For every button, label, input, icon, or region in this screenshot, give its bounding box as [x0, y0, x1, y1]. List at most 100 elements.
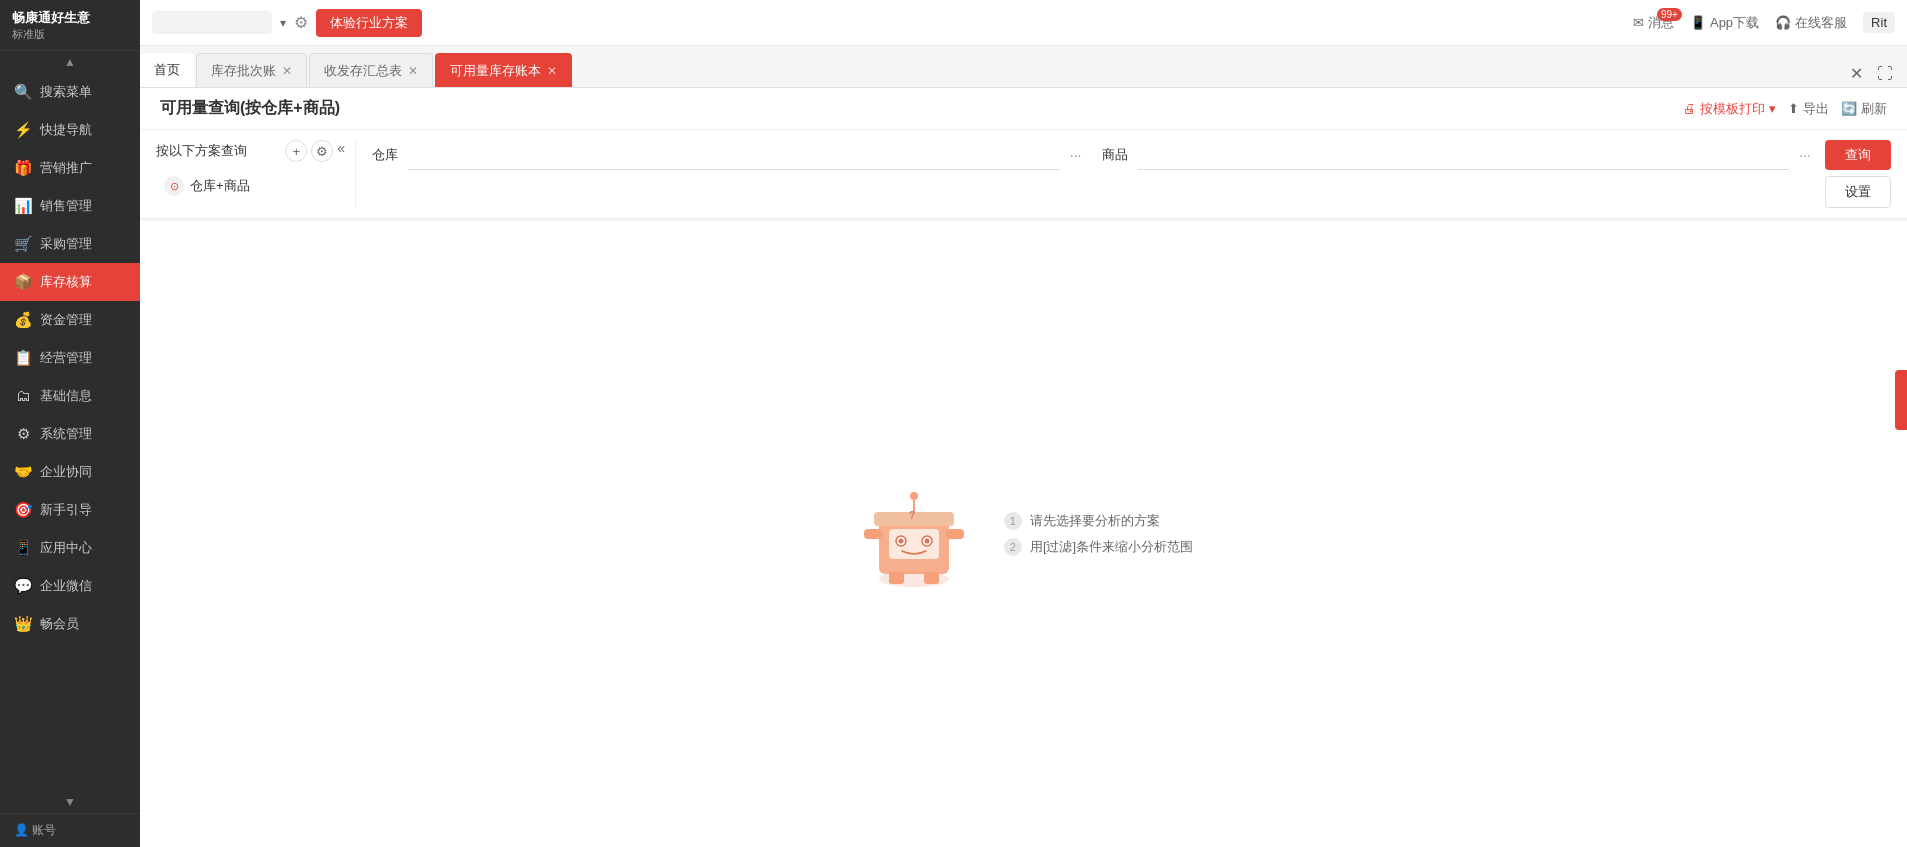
- sidebar-item-purchase[interactable]: 🛒 采购管理: [0, 225, 140, 263]
- export-label: 导出: [1803, 100, 1829, 118]
- tab-available[interactable]: 可用量库存账本 ✕: [435, 53, 572, 87]
- user-label: Rit: [1871, 15, 1887, 30]
- logo: 畅康通好生意 标准版: [0, 0, 140, 51]
- user-menu[interactable]: Rit: [1863, 12, 1895, 33]
- refresh-button[interactable]: 🔄 刷新: [1841, 100, 1887, 118]
- column-settings-button[interactable]: 设置: [1825, 176, 1891, 208]
- sidebar-item-label: 基础信息: [40, 387, 92, 405]
- sidebar-item-label: 系统管理: [40, 425, 92, 443]
- filter-scheme-panel: 按以下方案查询 + ⚙ « ⊙ 仓库+商品: [156, 140, 356, 208]
- svg-point-13: [910, 492, 918, 500]
- warehouse-more-icon[interactable]: ···: [1066, 147, 1086, 163]
- support-button[interactable]: 🎧 在线客服: [1775, 14, 1847, 32]
- sidebar-item-apps[interactable]: 📱 应用中心: [0, 529, 140, 567]
- tab-home[interactable]: 首页: [140, 53, 194, 87]
- topbar-dropdown-arrow[interactable]: ▾: [280, 16, 286, 30]
- tab-summary-label: 收发存汇总表: [324, 62, 402, 80]
- tab-batch-close[interactable]: ✕: [282, 64, 292, 78]
- sidebar-item-label: 企业微信: [40, 577, 92, 595]
- scheme-item-label: 仓库+商品: [190, 177, 250, 195]
- topbar-gear-icon[interactable]: ⚙: [294, 13, 308, 32]
- hint-text-2: 用[过滤]条件来缩小分析范围: [1030, 538, 1193, 556]
- filter-scheme-header: 按以下方案查询 + ⚙ «: [156, 140, 345, 162]
- filter-area: 按以下方案查询 + ⚙ « ⊙ 仓库+商品 仓库: [140, 130, 1907, 219]
- sidebar-item-label: 营销推广: [40, 159, 92, 177]
- scroll-down-arrow[interactable]: ▼: [0, 791, 140, 813]
- page-header: 可用量查询(按仓库+商品) 🖨 按模板打印 ▾ ⬆ 导出 🔄 刷新: [140, 88, 1907, 130]
- warehouse-input[interactable]: [408, 140, 1060, 170]
- print-button[interactable]: 🖨 按模板打印 ▾: [1683, 100, 1776, 118]
- sidebar-item-operation[interactable]: 📋 经营管理: [0, 339, 140, 377]
- tab-batch[interactable]: 库存批次账 ✕: [196, 53, 307, 87]
- tab-available-close[interactable]: ✕: [547, 64, 557, 78]
- handshake-icon: 🤝: [14, 463, 32, 481]
- scheme-item-warehouse-goods[interactable]: ⊙ 仓库+商品: [156, 170, 345, 202]
- sidebar-item-finance[interactable]: 💰 资金管理: [0, 301, 140, 339]
- tab-summary[interactable]: 收发存汇总表 ✕: [309, 53, 433, 87]
- sidebar-item-basic[interactable]: 🗂 基础信息: [0, 377, 140, 415]
- phone-icon: 📱: [1690, 15, 1706, 30]
- sidebar-item-marketing[interactable]: 🎁 营销推广: [0, 149, 140, 187]
- message-button[interactable]: ✉ 消息 99+: [1633, 14, 1674, 32]
- goods-input[interactable]: [1138, 140, 1790, 170]
- sidebar-bottom[interactable]: 👤 账号: [0, 813, 140, 847]
- svg-rect-10: [864, 529, 882, 539]
- collapse-button[interactable]: «: [337, 140, 345, 162]
- goods-more-icon[interactable]: ···: [1795, 147, 1815, 163]
- empty-hint-2: 2 用[过滤]条件来缩小分析范围: [1004, 538, 1193, 556]
- trial-button[interactable]: 体验行业方案: [316, 9, 422, 37]
- app-name: 畅康通好生意: [12, 10, 128, 27]
- inventory-icon: 📦: [14, 273, 32, 291]
- sidebar-item-label: 采购管理: [40, 235, 92, 253]
- topbar-search-input[interactable]: [152, 11, 272, 34]
- sidebar-item-sales[interactable]: 📊 销售管理: [0, 187, 140, 225]
- page-actions: 🖨 按模板打印 ▾ ⬆ 导出 🔄 刷新: [1683, 100, 1887, 118]
- empty-state: ? 1 请先选择要分析的方案 2 用[过滤]条件来缩小分析范围: [140, 221, 1907, 847]
- sidebar-item-member[interactable]: 👑 畅会员: [0, 605, 140, 643]
- sidebar-item-label: 库存核算: [40, 273, 92, 291]
- warehouse-label: 仓库: [372, 146, 402, 164]
- add-scheme-button[interactable]: +: [285, 140, 307, 162]
- query-button[interactable]: 查询: [1825, 140, 1891, 170]
- apps-icon: 📱: [14, 539, 32, 557]
- crown-icon: 👑: [14, 615, 32, 633]
- goods-field: 商品 ···: [1102, 140, 1816, 170]
- sidebar-item-inventory[interactable]: 📦 库存核算: [0, 263, 140, 301]
- main-area: ▾ ⚙ 体验行业方案 ✉ 消息 99+ 📱 App下载 🎧 在线客服 Rit: [140, 0, 1907, 847]
- sidebar-item-shortcut[interactable]: ⚡ 快捷导航: [0, 111, 140, 149]
- print-dropdown-icon[interactable]: ▾: [1769, 101, 1776, 116]
- hint-num-1: 1: [1004, 512, 1022, 530]
- sidebar-item-label: 销售管理: [40, 197, 92, 215]
- sidebar-item-system[interactable]: ⚙ 系统管理: [0, 415, 140, 453]
- sidebar-item-guide[interactable]: 🎯 新手引导: [0, 491, 140, 529]
- tab-summary-close[interactable]: ✕: [408, 64, 418, 78]
- tabbar-expand-icon[interactable]: ⛶: [1873, 61, 1897, 87]
- tabbar: 首页 库存批次账 ✕ 收发存汇总表 ✕ 可用量库存账本 ✕ ✕ ⛶: [140, 46, 1907, 88]
- tabbar-close-icon[interactable]: ✕: [1846, 60, 1867, 87]
- settings-scheme-button[interactable]: ⚙: [311, 140, 333, 162]
- sidebar-item-coop[interactable]: 🤝 企业协同: [0, 453, 140, 491]
- printer-icon: 🖨: [1683, 101, 1696, 116]
- sidebar-item-search[interactable]: 🔍 搜索菜单: [0, 73, 140, 111]
- sidebar-item-wechat[interactable]: 💬 企业微信: [0, 567, 140, 605]
- sidebar: 畅康通好生意 标准版 ▲ 🔍 搜索菜单 ⚡ 快捷导航 🎁 营销推广 📊 销售管理…: [0, 0, 140, 847]
- message-badge: 99+: [1657, 8, 1682, 21]
- tab-home-label: 首页: [154, 61, 180, 79]
- refresh-icon: 🔄: [1841, 101, 1857, 116]
- app-download-button[interactable]: 📱 App下载: [1690, 14, 1759, 32]
- clipboard-icon: 📋: [14, 349, 32, 367]
- tab-available-label: 可用量库存账本: [450, 62, 541, 80]
- target-icon: 🎯: [14, 501, 32, 519]
- svg-rect-8: [889, 572, 904, 584]
- right-hint-bar[interactable]: [1895, 370, 1907, 430]
- topbar-right: ✉ 消息 99+ 📱 App下载 🎧 在线客服 Rit: [1633, 12, 1895, 33]
- topbar: ▾ ⚙ 体验行业方案 ✉ 消息 99+ 📱 App下载 🎧 在线客服 Rit: [140, 0, 1907, 46]
- export-button[interactable]: ⬆ 导出: [1788, 100, 1829, 118]
- search-icon: 🔍: [14, 83, 32, 101]
- app-version: 标准版: [12, 27, 128, 42]
- tabbar-actions: ✕ ⛶: [1836, 60, 1907, 87]
- svg-point-6: [898, 539, 903, 544]
- empty-illustration: ?: [854, 474, 974, 594]
- scheme-action-buttons: + ⚙ «: [285, 140, 345, 162]
- scroll-up-arrow[interactable]: ▲: [0, 51, 140, 73]
